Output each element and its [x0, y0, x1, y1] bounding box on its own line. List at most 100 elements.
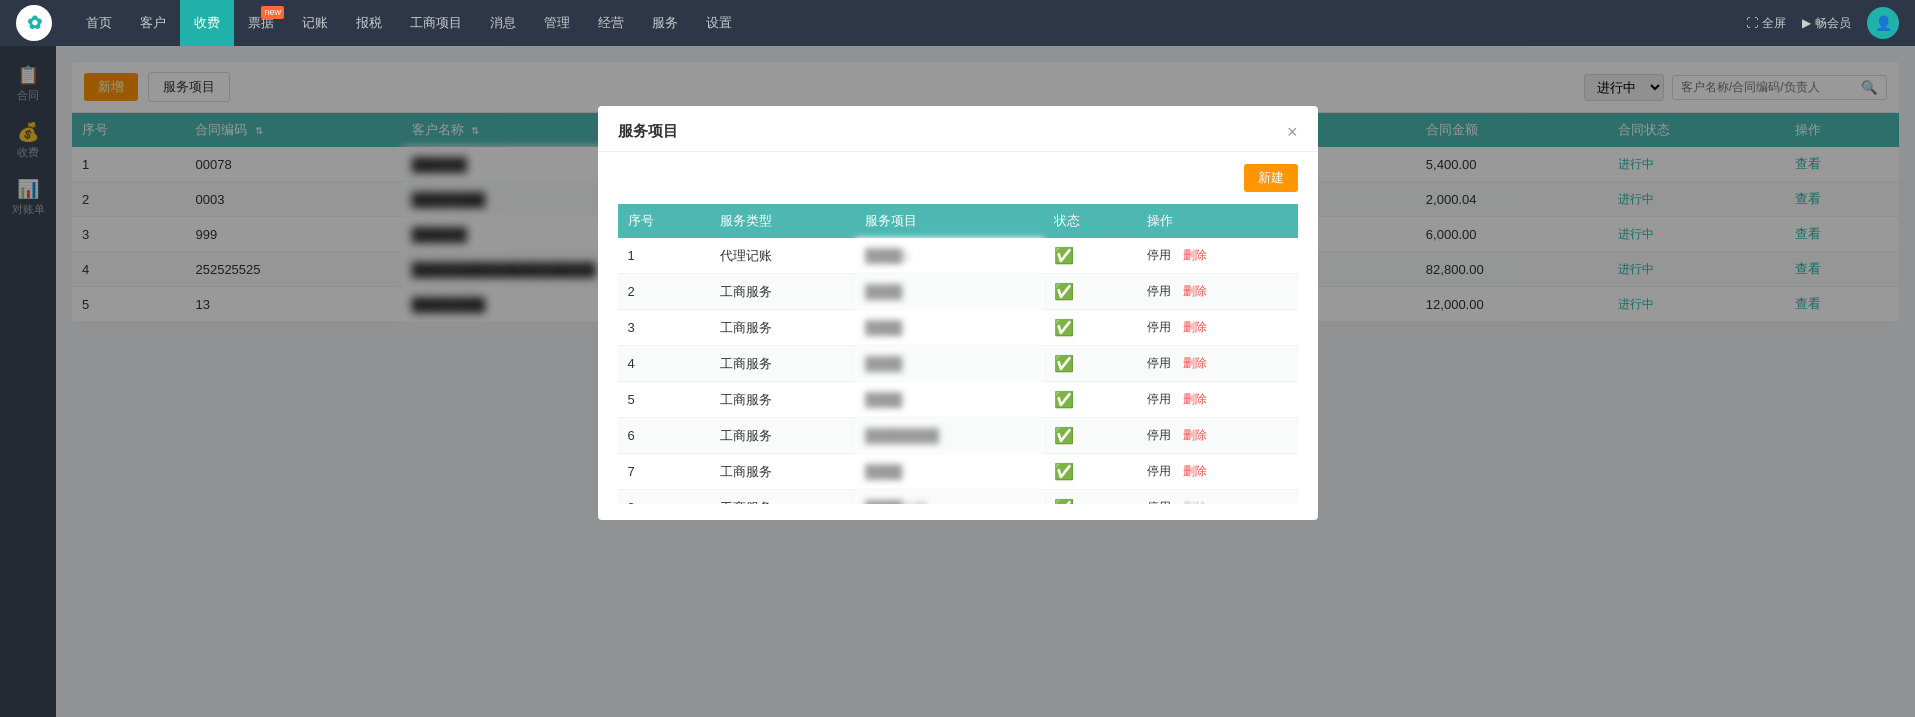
stop-button[interactable]: 停用 — [1147, 356, 1171, 370]
modal-cell-item: ████ — [855, 310, 1044, 346]
modal-cell-seq: 7 — [618, 454, 711, 490]
modal-col-action: 操作 — [1137, 204, 1298, 238]
modal-cell-action[interactable]: 停用 删除 — [1137, 490, 1298, 505]
modal-cell-action[interactable]: 停用 删除 — [1137, 238, 1298, 274]
nav-settings[interactable]: 设置 — [692, 0, 746, 46]
modal-cell-type: 工商服务 — [710, 418, 855, 454]
fullscreen-label: 全屏 — [1762, 15, 1786, 32]
modal-cell-action[interactable]: 停用 删除 — [1137, 310, 1298, 346]
modal-table-container[interactable]: 序号 服务类型 服务项目 状态 操作 1 代理记账 ████1 ✅ 停用 删除 … — [618, 204, 1298, 504]
modal-cell-status: ✅ — [1044, 382, 1137, 418]
new-badge: new — [261, 6, 284, 19]
modal-cell-type: 工商服务 — [710, 454, 855, 490]
modal-cell-status: ✅ — [1044, 418, 1137, 454]
nav-home[interactable]: 首页 — [72, 0, 126, 46]
avatar[interactable]: 👤 — [1867, 7, 1899, 39]
nav-operation[interactable]: 经营 — [584, 0, 638, 46]
logo-icon: ✿ — [16, 5, 52, 41]
modal-cell-action[interactable]: 停用 删除 — [1137, 274, 1298, 310]
modal-cell-type: 工商服务 — [710, 310, 855, 346]
nav-manage[interactable]: 管理 — [530, 0, 584, 46]
modal-cell-action[interactable]: 停用 删除 — [1137, 382, 1298, 418]
modal-table-row: 2 工商服务 ████ ✅ 停用 删除 — [618, 274, 1298, 310]
stop-button[interactable]: 停用 — [1147, 248, 1171, 262]
modal-cell-action[interactable]: 停用 删除 — [1137, 346, 1298, 382]
modal-cell-type: 工商服务 — [710, 490, 855, 505]
member-label: 畅会员 — [1815, 15, 1851, 32]
stop-button[interactable]: 停用 — [1147, 320, 1171, 334]
delete-button[interactable]: 删除 — [1183, 248, 1207, 262]
modal-table-row: 4 工商服务 ████ ✅ 停用 删除 — [618, 346, 1298, 382]
delete-button[interactable]: 删除 — [1183, 428, 1207, 442]
delete-button[interactable]: 删除 — [1183, 464, 1207, 478]
modal-cell-item: ████ — [855, 274, 1044, 310]
modal-col-type: 服务类型 — [710, 204, 855, 238]
top-nav: ✿ 首页 客户 收费 票据 new 记账 报税 工商项目 消息 管理 经营 服务… — [0, 0, 1915, 46]
modal-cell-status: ✅ — [1044, 490, 1137, 505]
nav-industry[interactable]: 工商项目 — [396, 0, 476, 46]
member-icon: ▶ — [1802, 16, 1811, 30]
modal-cell-status: ✅ — [1044, 454, 1137, 490]
modal-cell-seq: 3 — [618, 310, 711, 346]
stop-button[interactable]: 停用 — [1147, 500, 1171, 504]
modal-close-button[interactable]: × — [1287, 123, 1298, 141]
top-nav-right: ⛶ 全屏 ▶ 畅会员 👤 — [1746, 7, 1899, 39]
nav-customer[interactable]: 客户 — [126, 0, 180, 46]
nav-charge[interactable]: 收费 — [180, 0, 234, 46]
modal-cell-status: ✅ — [1044, 238, 1137, 274]
modal-col-item: 服务项目 — [855, 204, 1044, 238]
modal-cell-action[interactable]: 停用 删除 — [1137, 454, 1298, 490]
modal-cell-seq: 4 — [618, 346, 711, 382]
modal-cell-seq: 6 — [618, 418, 711, 454]
modal-cell-item: ████注册 — [855, 490, 1044, 505]
modal-table-row: 7 工商服务 ████ ✅ 停用 删除 — [618, 454, 1298, 490]
modal-cell-seq: 5 — [618, 382, 711, 418]
modal-cell-item: ████ — [855, 454, 1044, 490]
stop-button[interactable]: 停用 — [1147, 392, 1171, 406]
delete-button[interactable]: 删除 — [1183, 356, 1207, 370]
modal-cell-item: ████1 — [855, 238, 1044, 274]
nav-message[interactable]: 消息 — [476, 0, 530, 46]
modal-table-row: 8 工商服务 ████注册 ✅ 停用 删除 — [618, 490, 1298, 505]
member-button[interactable]: ▶ 畅会员 — [1802, 15, 1851, 32]
modal-cell-status: ✅ — [1044, 346, 1137, 382]
modal-cell-item: ████ — [855, 382, 1044, 418]
modal-body: 新建 序号 服务类型 服务项目 状态 操作 1 代理记账 — [598, 152, 1318, 520]
modal-table-row: 6 工商服务 ████████ ✅ 停用 删除 — [618, 418, 1298, 454]
modal-overlay: 服务项目 × 新建 序号 服务类型 服务项目 状态 操作 — [0, 46, 1915, 717]
delete-button[interactable]: 删除 — [1183, 392, 1207, 406]
modal-col-status: 状态 — [1044, 204, 1137, 238]
modal-header: 服务项目 × — [598, 106, 1318, 152]
stop-button[interactable]: 停用 — [1147, 464, 1171, 478]
modal-title: 服务项目 — [618, 122, 678, 141]
modal-cell-seq: 8 — [618, 490, 711, 505]
modal-new-button[interactable]: 新建 — [1244, 164, 1298, 192]
nav-items: 首页 客户 收费 票据 new 记账 报税 工商项目 消息 管理 经营 服务 设… — [72, 0, 1746, 46]
modal-table: 序号 服务类型 服务项目 状态 操作 1 代理记账 ████1 ✅ 停用 删除 … — [618, 204, 1298, 504]
service-modal: 服务项目 × 新建 序号 服务类型 服务项目 状态 操作 — [598, 106, 1318, 520]
nav-service[interactable]: 服务 — [638, 0, 692, 46]
modal-cell-type: 代理记账 — [710, 238, 855, 274]
delete-button[interactable]: 删除 — [1183, 320, 1207, 334]
stop-button[interactable]: 停用 — [1147, 428, 1171, 442]
stop-button[interactable]: 停用 — [1147, 284, 1171, 298]
modal-cell-item: ████ — [855, 346, 1044, 382]
nav-ticket[interactable]: 票据 new — [234, 0, 288, 46]
modal-col-seq: 序号 — [618, 204, 711, 238]
modal-cell-seq: 2 — [618, 274, 711, 310]
nav-accounting[interactable]: 记账 — [288, 0, 342, 46]
modal-table-row: 3 工商服务 ████ ✅ 停用 删除 — [618, 310, 1298, 346]
modal-toolbar: 新建 — [618, 164, 1298, 192]
modal-table-row: 5 工商服务 ████ ✅ 停用 删除 — [618, 382, 1298, 418]
modal-cell-action[interactable]: 停用 删除 — [1137, 418, 1298, 454]
modal-table-row: 1 代理记账 ████1 ✅ 停用 删除 — [618, 238, 1298, 274]
fullscreen-icon: ⛶ — [1746, 16, 1758, 30]
delete-button[interactable]: 删除 — [1183, 284, 1207, 298]
nav-tax[interactable]: 报税 — [342, 0, 396, 46]
delete-button: 删除 — [1183, 500, 1207, 504]
modal-cell-type: 工商服务 — [710, 274, 855, 310]
modal-cell-item: ████████ — [855, 418, 1044, 454]
fullscreen-button[interactable]: ⛶ 全屏 — [1746, 15, 1786, 32]
modal-cell-status: ✅ — [1044, 274, 1137, 310]
modal-cell-seq: 1 — [618, 238, 711, 274]
